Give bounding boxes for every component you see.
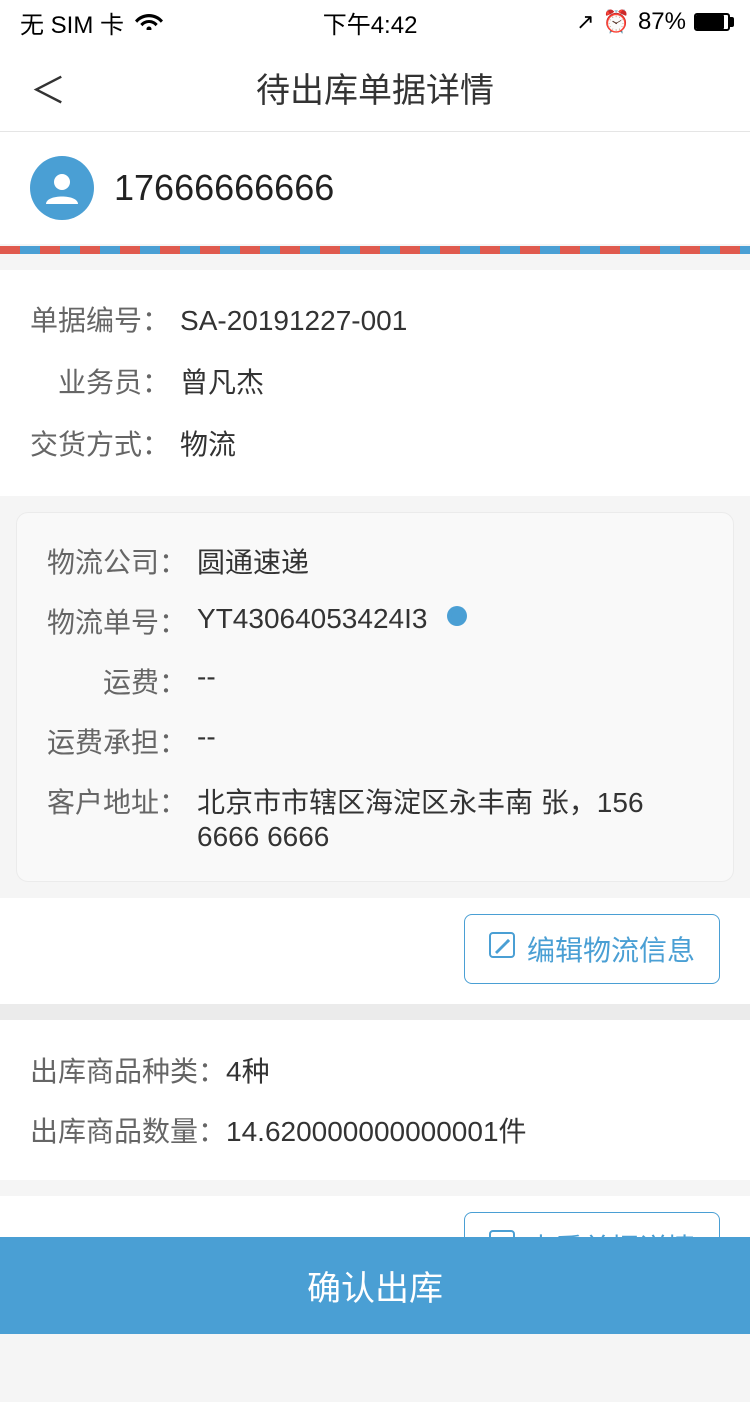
goods-quantity-value: 14.620000000000001件: [226, 1110, 527, 1150]
dashed-divider: [0, 246, 750, 254]
document-row: 单据编号： SA-20191227-001: [30, 300, 720, 342]
freight-value: --: [197, 661, 703, 693]
wifi-icon: [134, 8, 164, 36]
nav-title: 待出库单据详情: [256, 63, 494, 112]
battery-text: 87%: [638, 8, 686, 36]
address-label: 客户地址：: [47, 781, 187, 821]
status-right: ↗ ⏰ 87%: [576, 8, 730, 36]
freight-bearer-row: 运费承担： --: [47, 721, 703, 761]
edit-btn-row: 编辑物流信息: [0, 898, 750, 1004]
delivery-label: 交货方式：: [30, 424, 170, 466]
salesman-value: 曾凡杰: [180, 362, 720, 404]
customer-header: 17666666666: [0, 132, 750, 244]
goods-types-row: 出库商品种类： 4种: [30, 1050, 720, 1090]
carrier-text: 无 SIM 卡: [20, 5, 124, 40]
customer-avatar: [30, 156, 94, 220]
document-value: SA-20191227-001: [180, 300, 720, 342]
section-separator: [0, 1004, 750, 1020]
logistics-card: 物流公司： 圆通速递 物流单号： YT43064053424I3 运费： --: [16, 512, 734, 882]
nav-bar: ＜ 待出库单据详情: [0, 44, 750, 132]
tracking-number: YT43064053424I3: [197, 603, 427, 635]
basic-info-section: 单据编号： SA-20191227-001 业务员： 曾凡杰 交货方式： 物流: [0, 270, 750, 496]
location-icon: ↗: [576, 9, 594, 35]
salesman-row: 业务员： 曾凡杰: [30, 362, 720, 404]
goods-section: 出库商品种类： 4种 出库商品数量： 14.620000000000001件: [0, 1020, 750, 1180]
confirm-btn-container: 确认出库: [0, 1237, 750, 1334]
goods-quantity-label: 出库商品数量：: [30, 1110, 226, 1150]
delivery-value: 物流: [180, 424, 720, 466]
map-pin-icon: [439, 601, 475, 637]
battery-icon: [694, 13, 730, 31]
user-icon: [42, 168, 82, 208]
freight-row: 运费： --: [47, 661, 703, 701]
edit-logistics-label: 编辑物流信息: [527, 929, 695, 969]
delivery-row: 交货方式： 物流: [30, 424, 720, 466]
time-text: 下午4:42: [323, 5, 418, 40]
goods-types-label: 出库商品种类：: [30, 1050, 226, 1090]
edit-icon: [489, 932, 517, 967]
freight-label: 运费：: [47, 661, 187, 701]
tracking-label: 物流单号：: [47, 601, 187, 641]
goods-quantity-row: 出库商品数量： 14.620000000000001件: [30, 1110, 720, 1150]
freight-bearer-value: --: [197, 721, 703, 753]
logistics-company-label: 物流公司：: [47, 541, 187, 581]
edit-logistics-button[interactable]: 编辑物流信息: [464, 914, 720, 984]
salesman-label: 业务员：: [30, 362, 170, 404]
goods-types-value: 4种: [226, 1050, 270, 1090]
status-bar: 无 SIM 卡 下午4:42 ↗ ⏰ 87%: [0, 0, 750, 44]
freight-bearer-label: 运费承担：: [47, 721, 187, 761]
alarm-icon: ⏰: [603, 9, 630, 35]
tracking-value: YT43064053424I3: [197, 601, 703, 637]
document-label: 单据编号：: [30, 300, 170, 342]
confirm-outbound-button[interactable]: 确认出库: [0, 1261, 750, 1310]
tracking-row: 物流单号： YT43064053424I3: [47, 601, 703, 641]
status-left: 无 SIM 卡: [20, 5, 164, 40]
address-value: 北京市市辖区海淀区永丰南 张，156 6666 6666: [197, 781, 703, 853]
customer-phone: 17666666666: [114, 167, 334, 209]
logistics-company-row: 物流公司： 圆通速递: [47, 541, 703, 581]
logistics-company-value: 圆通速递: [197, 541, 703, 581]
back-button[interactable]: ＜: [30, 62, 66, 114]
address-row: 客户地址： 北京市市辖区海淀区永丰南 张，156 6666 6666: [47, 781, 703, 853]
